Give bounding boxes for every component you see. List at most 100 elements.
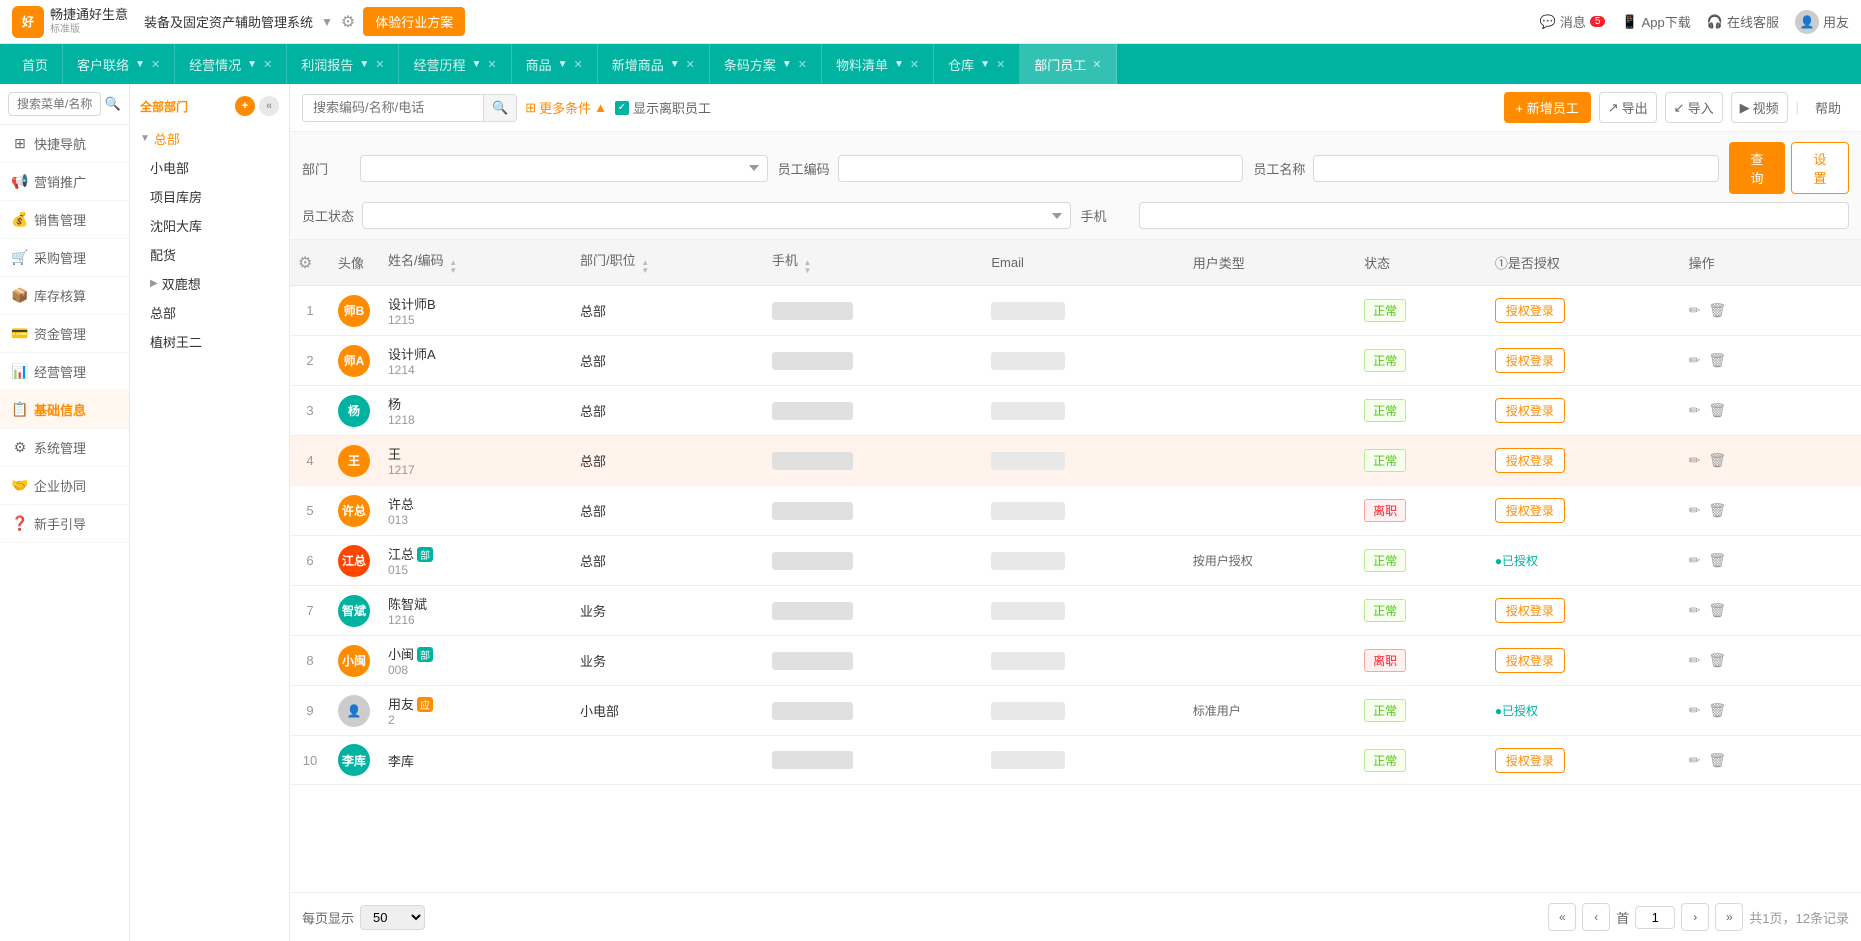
user-avatar[interactable]: 👤 用友 bbox=[1795, 10, 1849, 34]
auth-login-btn[interactable]: 授权登录 bbox=[1495, 298, 1565, 323]
settings-icon[interactable]: ⚙ bbox=[341, 12, 355, 32]
sidebar-item-basic-info[interactable]: 📋 基础信息 bbox=[0, 391, 129, 429]
sidebar-item-system[interactable]: ⚙ 系统管理 bbox=[0, 429, 129, 467]
message-btn[interactable]: 💬 消息 5 bbox=[1540, 12, 1606, 31]
tab-bom[interactable]: 物料清单▼✕ bbox=[822, 44, 934, 84]
system-dropdown-icon[interactable]: ▼ bbox=[321, 15, 333, 29]
page-size-select[interactable]: 50 bbox=[360, 905, 425, 930]
dept-add-btn[interactable]: + bbox=[235, 96, 255, 116]
dept-item-shenyang[interactable]: 沈阳大库 bbox=[130, 211, 289, 240]
sidebar-item-finance[interactable]: 💳 资金管理 bbox=[0, 315, 129, 353]
trial-btn[interactable]: 体验行业方案 bbox=[363, 7, 465, 36]
first-page-btn[interactable]: « bbox=[1548, 903, 1576, 931]
delete-icon[interactable]: 🗑 bbox=[1708, 602, 1726, 619]
edit-icon[interactable]: ✏ bbox=[1689, 402, 1701, 419]
sidebar-item-quick-nav[interactable]: ⊞ 快捷导航 bbox=[0, 125, 129, 163]
query-btn[interactable]: 查询 bbox=[1729, 142, 1785, 194]
emp-name-input[interactable] bbox=[1313, 155, 1719, 182]
col-settings[interactable]: ⚙ bbox=[290, 240, 330, 286]
sidebar-item-operation[interactable]: 📊 经营管理 bbox=[0, 353, 129, 391]
delete-icon[interactable]: 🗑 bbox=[1708, 302, 1726, 319]
sidebar-item-sales[interactable]: 💰 销售管理 bbox=[0, 201, 129, 239]
last-page-btn[interactable]: » bbox=[1715, 903, 1743, 931]
page-input[interactable] bbox=[1635, 906, 1675, 929]
delete-icon[interactable]: 🗑 bbox=[1708, 702, 1726, 719]
delete-icon[interactable]: 🗑 bbox=[1708, 652, 1726, 669]
auth-login-btn[interactable]: 授权登录 bbox=[1495, 498, 1565, 523]
sidebar-item-inventory[interactable]: 📦 库存核算 bbox=[0, 277, 129, 315]
edit-icon[interactable]: ✏ bbox=[1689, 602, 1701, 619]
import-btn[interactable]: ↙ 导入 bbox=[1665, 92, 1723, 123]
tab-operation[interactable]: 经营情况▼✕ bbox=[175, 44, 287, 84]
delete-icon[interactable]: 🗑 bbox=[1708, 452, 1726, 469]
delete-icon[interactable]: 🗑 bbox=[1708, 402, 1726, 419]
delete-icon[interactable]: 🗑 bbox=[1708, 752, 1726, 769]
edit-icon[interactable]: ✏ bbox=[1689, 302, 1701, 319]
search-icon[interactable]: 🔍 bbox=[483, 95, 516, 121]
employee-dept: 业务 bbox=[580, 604, 606, 619]
edit-icon[interactable]: ✏ bbox=[1689, 752, 1701, 769]
prev-page-btn[interactable]: ‹ bbox=[1582, 903, 1610, 931]
edit-icon[interactable]: ✏ bbox=[1689, 502, 1701, 519]
auth-login-btn[interactable]: 授权登录 bbox=[1495, 748, 1565, 773]
phone-input[interactable] bbox=[1139, 202, 1850, 229]
auth-login-btn[interactable]: 授权登录 bbox=[1495, 648, 1565, 673]
delete-icon[interactable]: 🗑 bbox=[1708, 352, 1726, 369]
col-phone[interactable]: 手机 ▲▼ bbox=[764, 240, 983, 286]
col-name-code[interactable]: 姓名/编码 ▲▼ bbox=[380, 240, 572, 286]
auth-login-btn[interactable]: 授权登录 bbox=[1495, 348, 1565, 373]
sidebar-item-purchase[interactable]: 🛒 采购管理 bbox=[0, 239, 129, 277]
dept-item-xiaodibu[interactable]: 小电部 bbox=[130, 153, 289, 182]
dept-item-plant-king[interactable]: 植树王二 bbox=[130, 327, 289, 356]
tab-profit[interactable]: 利润报告▼✕ bbox=[287, 44, 399, 84]
sidebar-item-marketing[interactable]: 📢 营销推广 bbox=[0, 163, 129, 201]
dept-item-headquarter-root[interactable]: ▼ 总部 bbox=[130, 124, 289, 153]
dept-item-distribution[interactable]: 配货 bbox=[130, 240, 289, 269]
sales-icon: 💰 bbox=[12, 212, 28, 228]
show-resigned-toggle[interactable]: ✓ 显示离职员工 bbox=[615, 98, 711, 117]
export-btn[interactable]: ↗ 导出 bbox=[1599, 92, 1657, 123]
auth-login-btn[interactable]: 授权登录 bbox=[1495, 448, 1565, 473]
edit-icon[interactable]: ✏ bbox=[1689, 452, 1701, 469]
edit-icon[interactable]: ✏ bbox=[1689, 652, 1701, 669]
delete-icon[interactable]: 🗑 bbox=[1708, 502, 1726, 519]
video-btn[interactable]: ▶ 视频 bbox=[1731, 92, 1788, 123]
col-dept-position[interactable]: 部门/职位 ▲▼ bbox=[572, 240, 764, 286]
edit-icon[interactable]: ✏ bbox=[1689, 702, 1701, 719]
online-service-btn[interactable]: 🎧 在线客服 bbox=[1707, 12, 1779, 31]
tab-warehouse[interactable]: 仓库▼✕ bbox=[934, 44, 1020, 84]
edit-icon[interactable]: ✏ bbox=[1689, 352, 1701, 369]
cell-dept: 总部 bbox=[572, 536, 764, 586]
sidebar-item-guide[interactable]: ❓ 新手引导 bbox=[0, 505, 129, 543]
sidebar-item-corp[interactable]: 🤝 企业协同 bbox=[0, 467, 129, 505]
show-resigned-checkbox[interactable]: ✓ bbox=[615, 101, 629, 115]
set-btn[interactable]: 设置 bbox=[1791, 142, 1849, 194]
tab-history[interactable]: 经营历程▼✕ bbox=[399, 44, 511, 84]
auth-login-btn[interactable]: 授权登录 bbox=[1495, 398, 1565, 423]
dept-collapse-btn[interactable]: « bbox=[259, 96, 279, 116]
emp-status-select[interactable] bbox=[362, 202, 1070, 229]
tab-customer[interactable]: 客户联络▼✕ bbox=[63, 44, 175, 84]
add-employee-btn[interactable]: + 新增员工 bbox=[1504, 92, 1591, 123]
edit-icon[interactable]: ✏ bbox=[1689, 552, 1701, 569]
help-btn[interactable]: 帮助 bbox=[1807, 93, 1849, 122]
tab-home[interactable]: 首页 bbox=[8, 44, 63, 84]
tab-goods[interactable]: 商品▼✕ bbox=[512, 44, 598, 84]
auth-login-btn[interactable]: 授权登录 bbox=[1495, 598, 1565, 623]
tab-barcode[interactable]: 条码方案▼✕ bbox=[710, 44, 822, 84]
dept-item-shuanglu[interactable]: ▶ 双鹿想 bbox=[130, 269, 289, 298]
sidebar-search-input[interactable] bbox=[8, 92, 101, 116]
next-page-btn[interactable]: › bbox=[1681, 903, 1709, 931]
tab-employees[interactable]: 部门员工✕ bbox=[1020, 44, 1116, 84]
employee-search-input[interactable] bbox=[303, 95, 483, 120]
delete-icon[interactable]: 🗑 bbox=[1708, 552, 1726, 569]
app-download-btn[interactable]: 📱 App下载 bbox=[1621, 12, 1690, 31]
cell-auth: 授权登录 bbox=[1487, 336, 1681, 386]
cell-actions: ✏ 🗑 bbox=[1681, 286, 1861, 336]
dept-select[interactable] bbox=[360, 155, 768, 182]
tab-new-goods[interactable]: 新增商品▼✕ bbox=[598, 44, 710, 84]
dept-item-project-store[interactable]: 项目库房 bbox=[130, 182, 289, 211]
dept-item-headquarter[interactable]: 总部 bbox=[130, 298, 289, 327]
more-filter-btn[interactable]: ⊞ 更多条件 ▲ bbox=[525, 98, 607, 117]
emp-code-input[interactable] bbox=[838, 155, 1244, 182]
